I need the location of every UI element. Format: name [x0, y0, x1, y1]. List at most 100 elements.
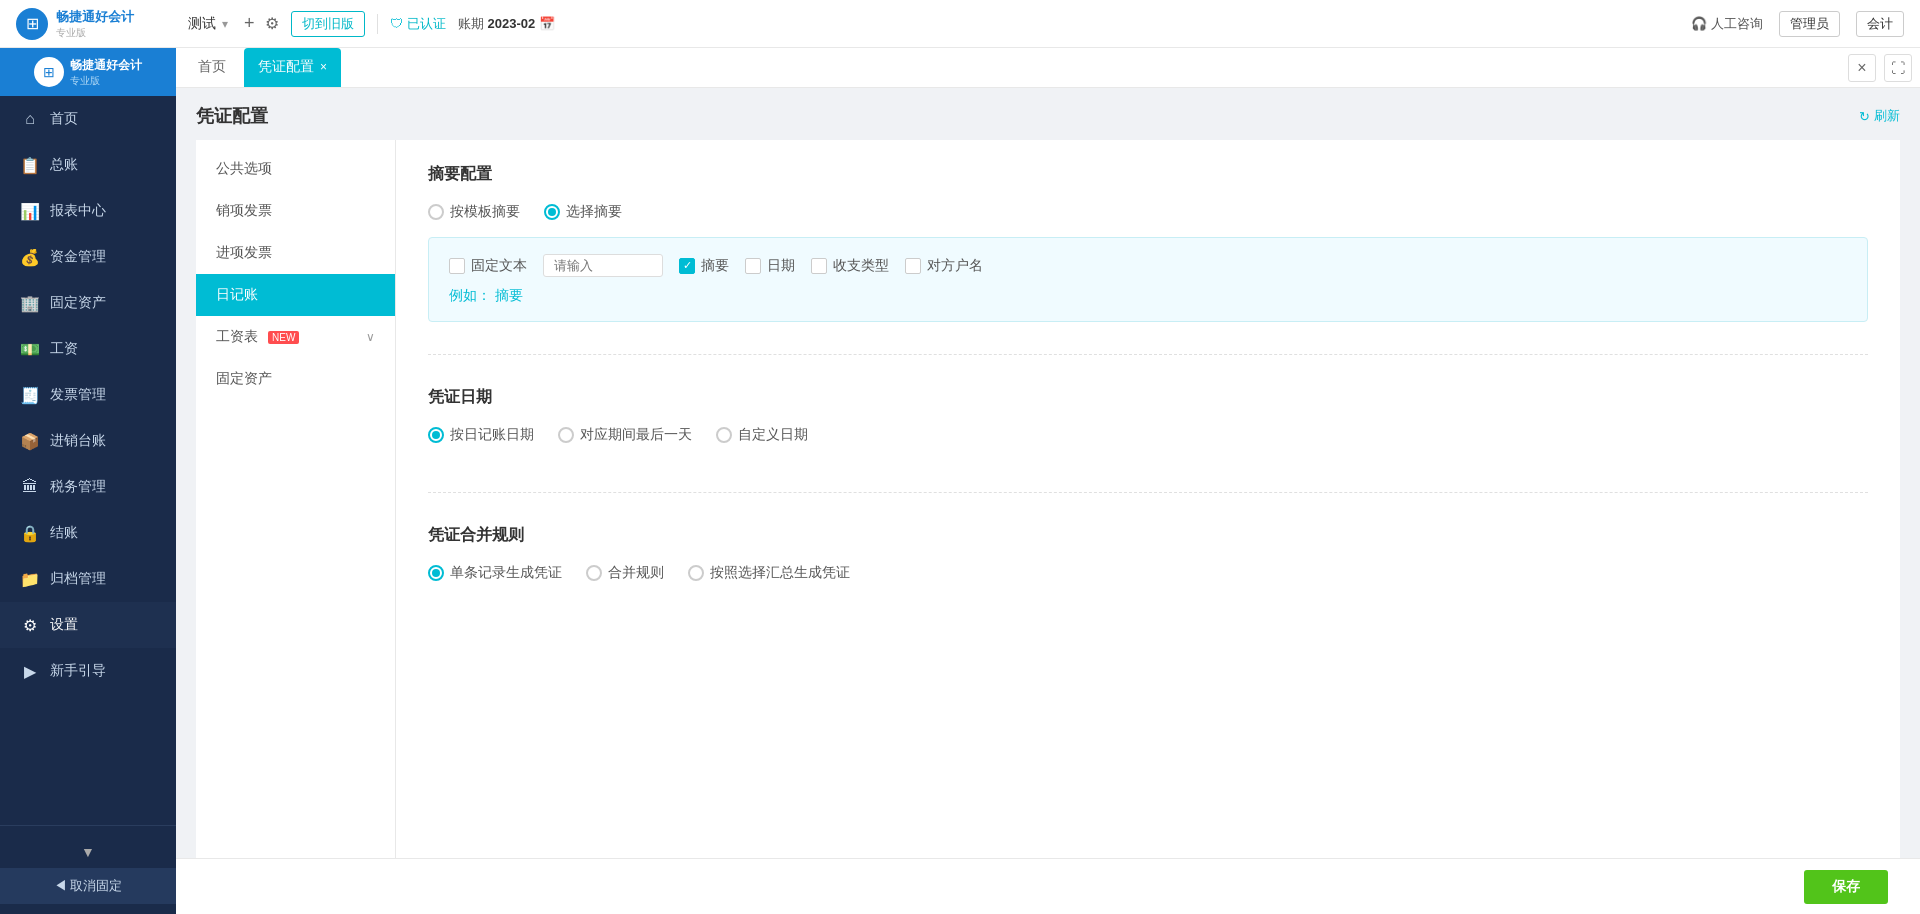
- sidebar-label-payroll: 工资: [50, 340, 78, 358]
- checkbox-payment-type[interactable]: 收支类型: [811, 257, 889, 275]
- sidebar-item-ledger[interactable]: 📋 总账: [0, 142, 176, 188]
- radio-single-record[interactable]: 单条记录生成凭证: [428, 564, 562, 582]
- tab-home[interactable]: 首页: [184, 48, 240, 87]
- sidebar-label-tax: 税务管理: [50, 478, 106, 496]
- ledger-icon: 📋: [20, 156, 40, 175]
- sidebar-item-funds[interactable]: 💰 资金管理: [0, 234, 176, 280]
- newbie-icon: ▶: [20, 662, 40, 681]
- sidebar-item-fixed-assets[interactable]: 🏢 固定资产: [0, 280, 176, 326]
- radio-label-select: 选择摘要: [566, 203, 622, 221]
- tab-voucher-config[interactable]: 凭证配置 ×: [244, 48, 341, 87]
- checkbox-box-counterparty: [905, 258, 921, 274]
- topbar-right: 🎧 人工咨询 管理员 会计: [1691, 11, 1904, 37]
- radio-merge-rule[interactable]: 合并规则: [586, 564, 664, 582]
- radio-select[interactable]: 选择摘要: [544, 203, 622, 221]
- nav-item-sales[interactable]: 销项发票: [196, 190, 395, 232]
- fixed-assets-icon: 🏢: [20, 294, 40, 313]
- calendar-icon[interactable]: 📅: [539, 16, 555, 31]
- window-expand-button[interactable]: ⛶: [1884, 54, 1912, 82]
- bottom-bar: 保存: [176, 858, 1920, 914]
- logo-text-block: 畅捷通好会计 专业版: [70, 57, 142, 88]
- refresh-label: 刷新: [1874, 107, 1900, 125]
- sidebar-item-home[interactable]: ⌂ 首页: [0, 96, 176, 142]
- summary-box: 固定文本 摘要 日期: [428, 237, 1868, 322]
- settings-icon[interactable]: ⚙: [265, 14, 279, 33]
- close-icon: ×: [1857, 59, 1866, 77]
- checkbox-fixed-text[interactable]: 固定文本: [449, 257, 527, 275]
- accountant-button[interactable]: 会计: [1856, 11, 1904, 37]
- sidebar-item-tax[interactable]: 🏛 税务管理: [0, 464, 176, 510]
- sidebar-label-close: 结账: [50, 524, 78, 542]
- radio-template[interactable]: 按模板摘要: [428, 203, 520, 221]
- sidebar-label-funds: 资金管理: [50, 248, 106, 266]
- nav-item-journal[interactable]: 日记账: [196, 274, 395, 316]
- nav-item-purchase[interactable]: 进项发票: [196, 232, 395, 274]
- expand-icon: ⛶: [1891, 60, 1905, 76]
- project-selector[interactable]: 测试 ▾: [188, 15, 228, 33]
- cancel-fixed-button[interactable]: ◀ 取消固定: [0, 868, 176, 904]
- radio-label-template: 按模板摘要: [450, 203, 520, 221]
- nav-item-public[interactable]: 公共选项: [196, 148, 395, 190]
- app-name-block: 畅捷通好会计 专业版: [56, 8, 134, 40]
- old-version-button[interactable]: 切到旧版: [291, 11, 365, 37]
- radio-label-single-record: 单条记录生成凭证: [450, 564, 562, 582]
- checkbox-box-date: [745, 258, 761, 274]
- add-icon[interactable]: +: [244, 13, 255, 34]
- sidebar-label-newbie: 新手引导: [50, 662, 106, 680]
- example-value: 摘要: [495, 287, 523, 303]
- period-value: 2023-02: [488, 16, 536, 31]
- checkbox-date[interactable]: 日期: [745, 257, 795, 275]
- window-close-button[interactable]: ×: [1848, 54, 1876, 82]
- sidebar-item-newbie[interactable]: ▶ 新手引导: [0, 648, 176, 694]
- refresh-icon: ↻: [1859, 109, 1870, 124]
- sidebar-label-home: 首页: [50, 110, 78, 128]
- radio-circle-template: [428, 204, 444, 220]
- consult-link[interactable]: 🎧 人工咨询: [1691, 15, 1763, 33]
- example-label: 例如：: [449, 287, 491, 303]
- sidebar-item-settings[interactable]: ⚙ 设置: [0, 602, 176, 648]
- sidebar-item-reports[interactable]: 📊 报表中心: [0, 188, 176, 234]
- radio-custom-date[interactable]: 自定义日期: [716, 426, 808, 444]
- tax-icon: 🏛: [20, 478, 40, 496]
- sidebar-item-stock[interactable]: 📦 进销台账: [0, 418, 176, 464]
- sidebar-item-archive[interactable]: 📁 归档管理: [0, 556, 176, 602]
- sidebar-scroll-down-btn[interactable]: ▼: [0, 836, 176, 868]
- home-icon: ⌂: [20, 110, 40, 128]
- radio-label-select-merge: 按照选择汇总生成凭证: [710, 564, 850, 582]
- dropdown-icon: ▾: [222, 17, 228, 31]
- checkbox-label-date: 日期: [767, 257, 795, 275]
- funds-icon: 💰: [20, 248, 40, 267]
- main-layout: ⊞ 畅捷通好会计 专业版 ⌂ 首页 📋 总账 📊 报表中心 💰 资金管理: [0, 48, 1920, 914]
- consult-label: 人工咨询: [1711, 15, 1763, 33]
- radio-period-last[interactable]: 对应期间最后一天: [558, 426, 692, 444]
- refresh-button[interactable]: ↻ 刷新: [1859, 107, 1900, 125]
- sidebar-logo: ⊞ 畅捷通好会计 专业版: [0, 48, 176, 96]
- sidebar-label-stock: 进销台账: [50, 432, 106, 450]
- manager-button[interactable]: 管理员: [1779, 11, 1840, 37]
- sidebar-item-payroll[interactable]: 💵 工资: [0, 326, 176, 372]
- nav-item-fixed-assets-config[interactable]: 固定资产: [196, 358, 395, 400]
- radio-journal-date[interactable]: 按日记账日期: [428, 426, 534, 444]
- radio-select-merge[interactable]: 按照选择汇总生成凭证: [688, 564, 850, 582]
- date-section-title: 凭证日期: [428, 387, 1868, 408]
- nav-item-payroll-table[interactable]: 工资表 NEW ∨: [196, 316, 395, 358]
- project-name: 测试: [188, 15, 216, 33]
- sidebar-label-archive: 归档管理: [50, 570, 106, 588]
- divider1: [377, 14, 378, 34]
- sidebar-item-close[interactable]: 🔒 结账: [0, 510, 176, 556]
- content-area: 首页 凭证配置 × × ⛶ 凭证配置 ↻ 刷新: [176, 48, 1920, 914]
- tab-home-label: 首页: [198, 58, 226, 76]
- logo-sub: 专业版: [70, 74, 142, 88]
- app-sub: 专业版: [56, 26, 134, 40]
- nav-label-payroll-table: 工资表: [216, 328, 258, 346]
- sidebar-item-invoice[interactable]: 🧾 发票管理: [0, 372, 176, 418]
- checkbox-counterparty[interactable]: 对方户名: [905, 257, 983, 275]
- radio-circle-single-record: [428, 565, 444, 581]
- fixed-text-input[interactable]: [543, 254, 663, 277]
- save-button[interactable]: 保存: [1804, 870, 1888, 904]
- checkbox-summary[interactable]: 摘要: [679, 257, 729, 275]
- tab-bar: 首页 凭证配置 × × ⛶: [176, 48, 1920, 88]
- page-content: 凭证配置 ↻ 刷新 公共选项 销项发票 进项发票: [176, 88, 1920, 858]
- tab-config-close[interactable]: ×: [320, 61, 327, 73]
- period-label: 账期: [458, 15, 484, 33]
